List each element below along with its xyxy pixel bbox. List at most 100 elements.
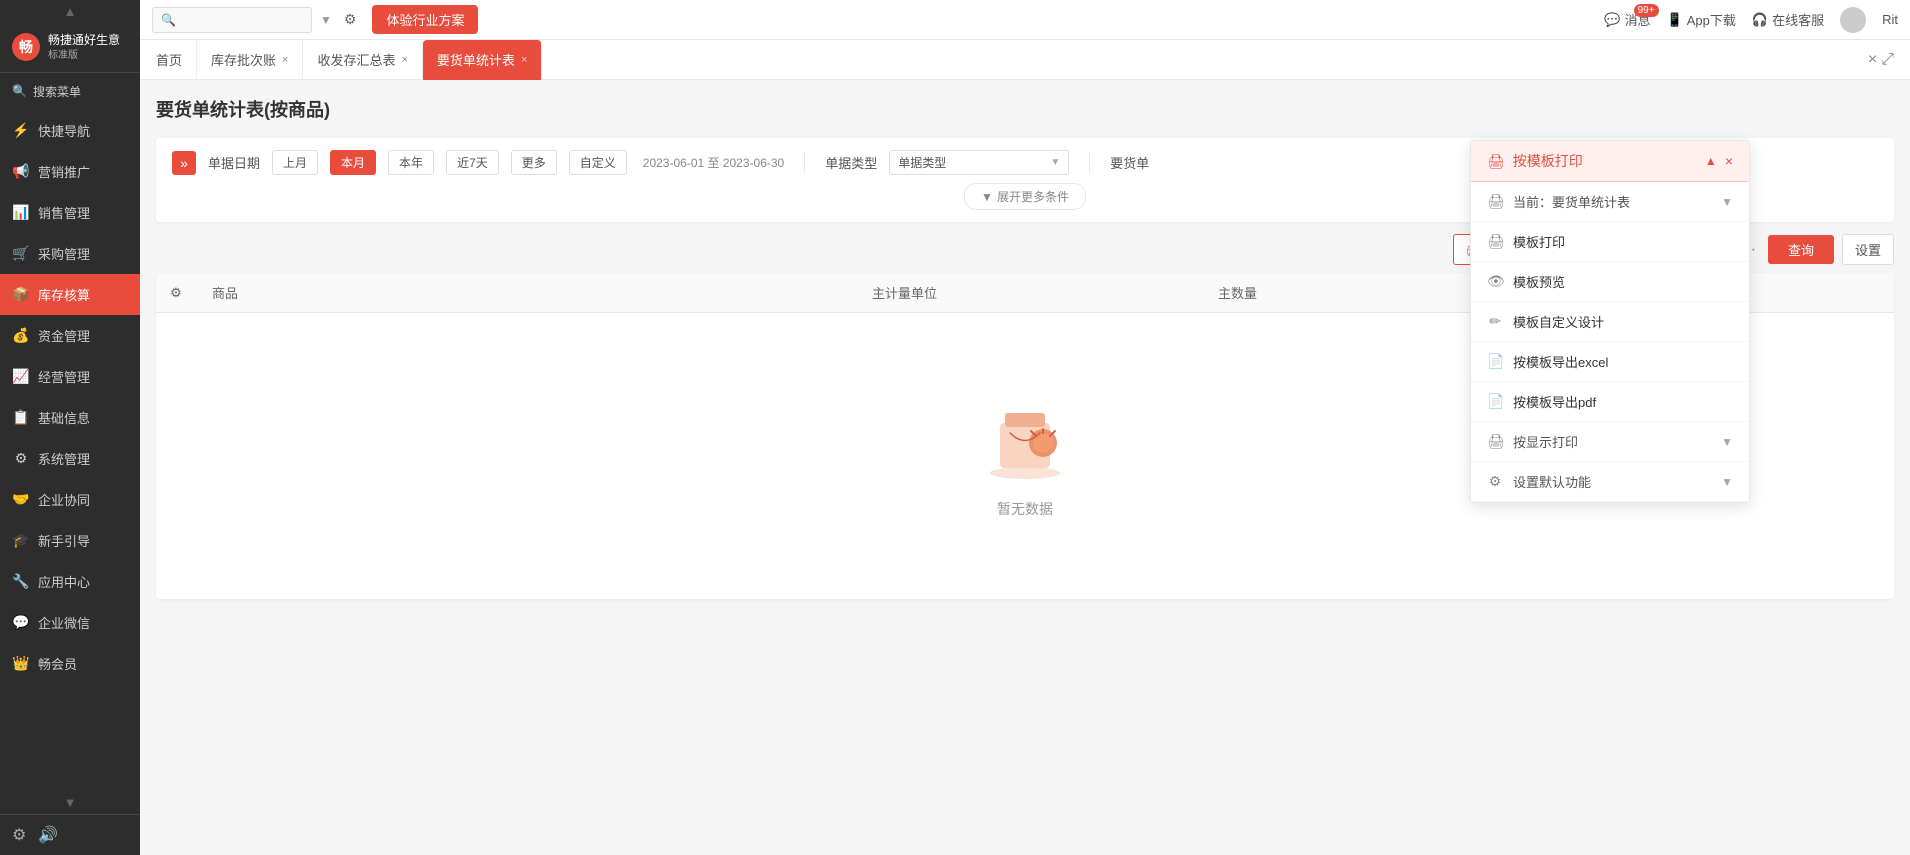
marketing-icon: 📢 (12, 163, 30, 180)
tab-order-summary[interactable]: 要货单统计表 × (423, 40, 542, 80)
tab-label: 收发存汇总表 (317, 50, 395, 69)
dropdown-default-func[interactable]: ⚙ 设置默认功能 ▼ (1471, 462, 1749, 502)
tab-home[interactable]: 首页 (156, 40, 197, 80)
filter-expand-button[interactable]: » (172, 151, 196, 175)
date-custom-button[interactable]: 自定义 (569, 150, 627, 175)
close-all-tabs-icon[interactable]: × (1868, 51, 1877, 69)
sidebar-logo: 畅 畅捷通好生意 标准版 (0, 23, 140, 73)
display-print-left: 🖨 按显示打印 (1487, 432, 1578, 451)
dropdown-display-print[interactable]: 🖨 按显示打印 ▼ (1471, 422, 1749, 462)
empty-illustration (975, 393, 1075, 483)
th-unit: 主计量单位 (856, 283, 1202, 302)
sidebar-label: 销售管理 (38, 203, 90, 222)
query-button[interactable]: 查询 (1768, 235, 1834, 264)
sidebar-item-sales[interactable]: 📊 销售管理 (0, 192, 140, 233)
date-more-button[interactable]: 更多 (511, 150, 557, 175)
date-7days-button[interactable]: 近7天 (446, 150, 499, 175)
settings-button[interactable]: 设置 (1842, 234, 1894, 265)
template-pdf-icon: 📄 (1487, 393, 1503, 410)
display-print-icon: 🖨 (1487, 433, 1503, 450)
quick-nav-icon: ⚡ (12, 122, 30, 139)
header-chevron-icon[interactable]: ▼ (320, 13, 332, 27)
online-service-button[interactable]: 🎧 在线客服 (1752, 10, 1824, 29)
tabs-bar: 首页 库存批次账 × 收发存汇总表 × 要货单统计表 × × ⤢ (140, 40, 1910, 80)
tab-inventory-batch[interactable]: 库存批次账 × (197, 40, 303, 80)
tab-close-icon[interactable]: × (401, 54, 407, 66)
sidebar-label: 快捷导航 (38, 121, 90, 140)
date-current-month-button[interactable]: 本月 (330, 150, 376, 175)
sidebar-item-marketing[interactable]: 📢 营销推广 (0, 151, 140, 192)
dropdown-template-print[interactable]: 🖨 模板打印 (1471, 222, 1749, 262)
trial-button[interactable]: 体验行业方案 (372, 5, 478, 34)
tab-label: 库存批次账 (211, 50, 276, 69)
dropdown-template-design[interactable]: ✏ 模板自定义设计 (1471, 302, 1749, 342)
sidebar-item-guide[interactable]: 🎓 新手引导 (0, 520, 140, 561)
current-template-icon: 🖨 (1487, 193, 1503, 210)
header-gear-icon[interactable]: ⚙ (344, 11, 357, 28)
messages-button[interactable]: 💬 消息 99+ (1604, 10, 1650, 29)
sidebar: ▲ 畅 畅捷通好生意 标准版 🔍 搜索菜单 ⚡ 快捷导航 📢 营销推广 📊 销售… (0, 0, 140, 855)
sidebar-item-enterprise[interactable]: 🤝 企业协同 (0, 479, 140, 520)
enterprise-icon: 🤝 (12, 491, 30, 508)
sidebar-label: 基础信息 (38, 408, 90, 427)
gear-icon: ⚙ (170, 285, 182, 301)
operation-icon: 📈 (12, 368, 30, 385)
dropdown-current-item[interactable]: 🖨 当前：要货单统计表 ▼ (1471, 182, 1749, 222)
dropdown-template-excel[interactable]: 📄 按模板导出excel (1471, 342, 1749, 382)
dropdown-template-preview[interactable]: 👁 模板预览 (1471, 262, 1749, 302)
app-download-button[interactable]: 📱 App下载 (1667, 10, 1736, 29)
date-prev-month-button[interactable]: 上月 (272, 150, 318, 175)
header-right: 💬 消息 99+ 📱 App下载 🎧 在线客服 Rit (1604, 7, 1898, 33)
sidebar-search-item[interactable]: 🔍 搜索菜单 (0, 73, 140, 110)
tab-close-icon[interactable]: × (282, 54, 288, 66)
expand-more-button[interactable]: ▼ 展开更多条件 (964, 183, 1086, 210)
system-icon: ⚙ (12, 450, 30, 467)
sidebar-item-app-center[interactable]: 🔧 应用中心 (0, 561, 140, 602)
print-dropdown-panel: 🖨 按模板打印 ▲ × 🖨 当前：要货单统计表 ▼ 🖨 模板打印 (1470, 140, 1750, 503)
sidebar-item-finance[interactable]: 💰 资金管理 (0, 315, 140, 356)
settings-icon[interactable]: ⚙ (12, 825, 26, 845)
sidebar-item-quick-nav[interactable]: ⚡ 快捷导航 (0, 110, 140, 151)
sidebar-item-wechat[interactable]: 💬 企业微信 (0, 602, 140, 643)
sidebar-item-inventory[interactable]: 📦 库存核算 (0, 274, 140, 315)
page-title: 要货单统计表(按商品) (156, 96, 1894, 122)
sidebar-item-operation[interactable]: 📈 经营管理 (0, 356, 140, 397)
sidebar-item-purchase[interactable]: 🛒 采购管理 (0, 233, 140, 274)
dropdown-close-icon[interactable]: × (1725, 153, 1733, 169)
dropdown-header-left: 🖨 按模板打印 (1487, 151, 1583, 171)
sidebar-label: 资金管理 (38, 326, 90, 345)
sidebar-item-member[interactable]: 👑 畅会员 (0, 643, 140, 684)
th-gear[interactable]: ⚙ (156, 285, 196, 301)
headset-icon: 🎧 (1752, 12, 1768, 28)
sound-icon[interactable]: 🔊 (38, 825, 58, 845)
sidebar-item-system[interactable]: ⚙ 系统管理 (0, 438, 140, 479)
filter-divider-2 (1089, 153, 1090, 173)
date-filter-label: 单据日期 (208, 153, 260, 172)
sidebar-label: 库存核算 (38, 285, 90, 304)
sidebar-label: 采购管理 (38, 244, 90, 263)
sidebar-label: 新手引导 (38, 531, 90, 550)
tab-close-icon[interactable]: × (521, 54, 527, 66)
doc-type-select[interactable]: 单据类型 ▼ (889, 150, 1069, 175)
phone-icon: 📱 (1667, 12, 1683, 28)
sidebar-scroll-down[interactable]: ▼ (0, 791, 140, 814)
header-search-box[interactable]: 🔍 (152, 7, 312, 33)
expand-tabs-icon[interactable]: ⤢ (1881, 51, 1894, 69)
search-icon: 🔍 (12, 84, 27, 98)
sidebar-label: 系统管理 (38, 449, 90, 468)
dropdown-template-pdf[interactable]: 📄 按模板导出pdf (1471, 382, 1749, 422)
logo-icon: 畅 (12, 33, 40, 61)
date-year-button[interactable]: 本年 (388, 150, 434, 175)
sidebar-label: 应用中心 (38, 572, 90, 591)
page-content: 要货单统计表(按商品) » 单据日期 上月 本月 本年 近7天 更多 自定义 2… (140, 80, 1910, 855)
tab-collection-summary[interactable]: 收发存汇总表 × (303, 40, 422, 80)
sidebar-item-base[interactable]: 📋 基础信息 (0, 397, 140, 438)
order-filter-label: 要货单 (1110, 153, 1149, 172)
user-avatar[interactable] (1840, 7, 1866, 33)
dropdown-collapse-icon[interactable]: ▲ (1705, 154, 1717, 168)
sidebar-scroll-up[interactable]: ▲ (0, 0, 140, 23)
purchase-icon: 🛒 (12, 245, 30, 262)
username-label: Rit (1882, 12, 1898, 27)
filter-divider (804, 153, 805, 173)
base-icon: 📋 (12, 409, 30, 426)
